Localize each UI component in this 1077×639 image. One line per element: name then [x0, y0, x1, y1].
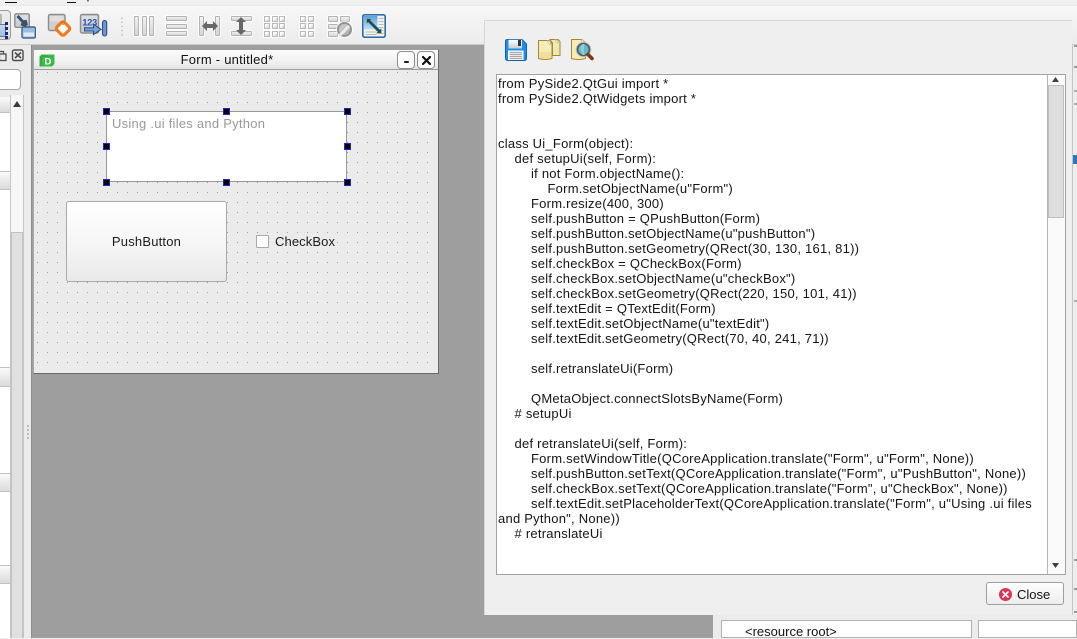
- svg-text:D: D: [45, 57, 52, 68]
